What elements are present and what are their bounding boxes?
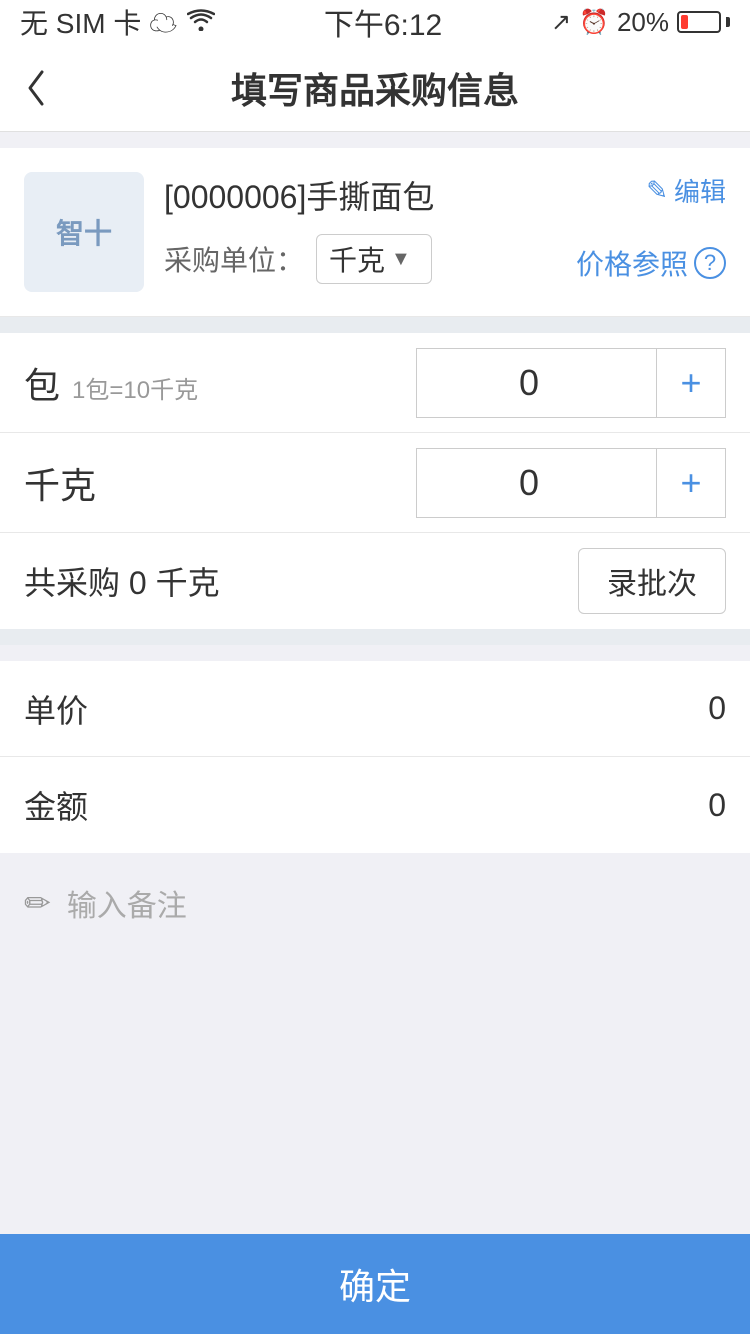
unit-value: 千克 xyxy=(329,239,385,279)
unit-price-label: 单价 xyxy=(24,686,88,732)
notes-section[interactable]: ✏ 输入备注 xyxy=(0,853,750,953)
edit-button[interactable]: ✎ 编辑 xyxy=(646,172,726,209)
battery-icon xyxy=(677,11,730,33)
page-title: 填写商品采购信息 xyxy=(231,62,519,114)
product-name: [0000006]手撕面包 xyxy=(164,172,434,218)
product-card: 智十 [0000006]手撕面包 ✎ 编辑 采购单位： 千克 ▼ xyxy=(0,148,750,317)
summary-text: 共采购 0 千克 xyxy=(24,558,220,604)
unit-dropdown[interactable]: 千克 ▼ xyxy=(316,234,432,284)
status-right: ↗ ⏰ 20% xyxy=(551,7,730,38)
qty-input-kg[interactable] xyxy=(416,448,656,518)
product-info: [0000006]手撕面包 ✎ 编辑 采购单位： 千克 ▼ 价格参照 xyxy=(164,172,726,284)
unit-row: 采购单位： 千克 ▼ xyxy=(164,234,432,284)
nav-bar: 填写商品采购信息 xyxy=(0,44,750,132)
wifi-icon xyxy=(187,6,215,38)
price-row-unit: 单价 0 xyxy=(0,661,750,757)
qty-label-kg: 千克 xyxy=(24,457,96,509)
sim-status: 无 SIM 卡 ☁ xyxy=(20,2,177,42)
qty-input-group-kg: + xyxy=(416,448,726,518)
section-divider-1 xyxy=(0,317,750,333)
summary-row: 共采购 0 千克 录批次 xyxy=(0,533,750,629)
quantity-row-kg: 千克 + xyxy=(0,433,750,533)
quantity-section: 包 1包=10千克 + 千克 + xyxy=(0,333,750,533)
qty-label-bao: 包 xyxy=(24,357,60,409)
qty-plus-kg[interactable]: + xyxy=(656,448,726,518)
confirm-button[interactable]: 确定 xyxy=(0,1234,750,1334)
info-icon: ? xyxy=(694,247,726,279)
batch-button[interactable]: 录批次 xyxy=(578,548,726,614)
product-logo: 智十 xyxy=(56,212,112,252)
status-time: 下午6:12 xyxy=(324,0,442,44)
battery-percent: 20% xyxy=(617,7,669,38)
qty-sublabel-bao: 1包=10千克 xyxy=(72,370,198,405)
amount-value: 0 xyxy=(708,787,726,824)
status-left: 无 SIM 卡 ☁ xyxy=(20,2,215,42)
empty-area xyxy=(0,953,750,1234)
pencil-icon: ✏ xyxy=(24,884,51,922)
location-icon: ↗ xyxy=(551,8,571,37)
back-button[interactable] xyxy=(24,68,48,108)
qty-input-group-bao: + xyxy=(416,348,726,418)
unit-label: 采购单位： xyxy=(164,239,304,279)
price-section: 单价 0 金额 0 xyxy=(0,661,750,853)
amount-label: 金额 xyxy=(24,782,88,828)
alarm-icon: ⏰ xyxy=(579,8,609,37)
edit-icon: ✎ xyxy=(646,175,668,206)
notes-placeholder: 输入备注 xyxy=(67,881,187,925)
product-image: 智十 xyxy=(24,172,144,292)
unit-price-value: 0 xyxy=(708,690,726,727)
qty-plus-bao[interactable]: + xyxy=(656,348,726,418)
dropdown-arrow: ▼ xyxy=(391,248,411,271)
quantity-row-bao: 包 1包=10千克 + xyxy=(0,333,750,433)
qty-input-bao[interactable] xyxy=(416,348,656,418)
section-divider-2 xyxy=(0,629,750,645)
status-bar: 无 SIM 卡 ☁ 下午6:12 ↗ ⏰ 20% xyxy=(0,0,750,44)
price-reference-button[interactable]: 价格参照 ? xyxy=(576,243,726,283)
price-row-amount: 金额 0 xyxy=(0,757,750,853)
